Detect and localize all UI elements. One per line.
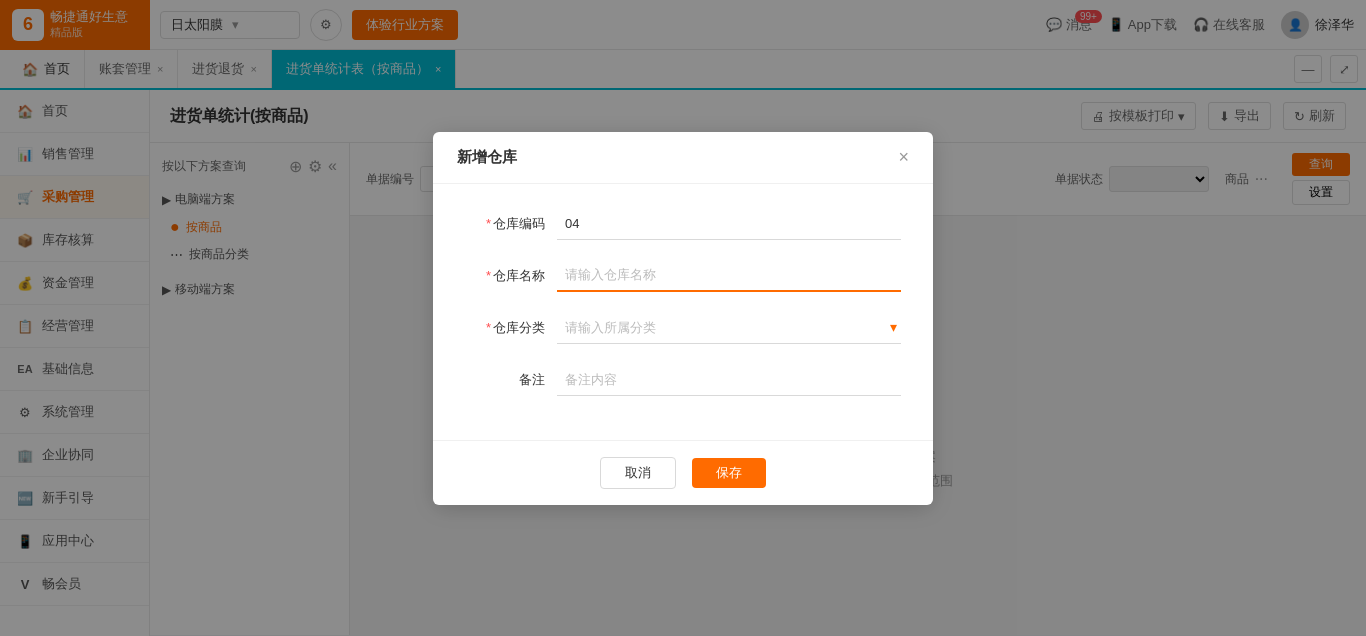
required-star: * <box>486 216 491 231</box>
modal-close-button[interactable]: × <box>898 148 909 166</box>
modal-header: 新增仓库 × <box>433 132 933 184</box>
modal-body: *仓库编码 *仓库名称 *仓库分类 请输入所属分类 <box>433 184 933 440</box>
remark-input[interactable] <box>557 364 901 396</box>
remark-label: 备注 <box>465 371 545 389</box>
warehouse-name-input[interactable] <box>557 260 901 292</box>
modal-footer: 取消 保存 <box>433 440 933 505</box>
form-row-warehouse-name: *仓库名称 <box>465 260 901 292</box>
warehouse-category-label: *仓库分类 <box>465 319 545 337</box>
warehouse-code-input[interactable] <box>557 208 901 240</box>
modal-overlay[interactable]: 新增仓库 × *仓库编码 *仓库名称 *仓库分类 <box>0 0 1366 636</box>
form-row-warehouse-code: *仓库编码 <box>465 208 901 240</box>
modal-title: 新增仓库 <box>457 148 517 167</box>
form-row-warehouse-category: *仓库分类 请输入所属分类 ▾ <box>465 312 901 344</box>
warehouse-category-select-wrapper: 请输入所属分类 ▾ <box>557 312 901 344</box>
required-star-category: * <box>486 320 491 335</box>
warehouse-name-label: *仓库名称 <box>465 267 545 285</box>
form-row-remark: 备注 <box>465 364 901 396</box>
cancel-button[interactable]: 取消 <box>600 457 676 489</box>
warehouse-code-label: *仓库编码 <box>465 215 545 233</box>
save-button[interactable]: 保存 <box>692 458 766 488</box>
warehouse-category-select[interactable]: 请输入所属分类 <box>557 311 901 343</box>
required-star-name: * <box>486 268 491 283</box>
modal-new-warehouse: 新增仓库 × *仓库编码 *仓库名称 *仓库分类 <box>433 132 933 505</box>
